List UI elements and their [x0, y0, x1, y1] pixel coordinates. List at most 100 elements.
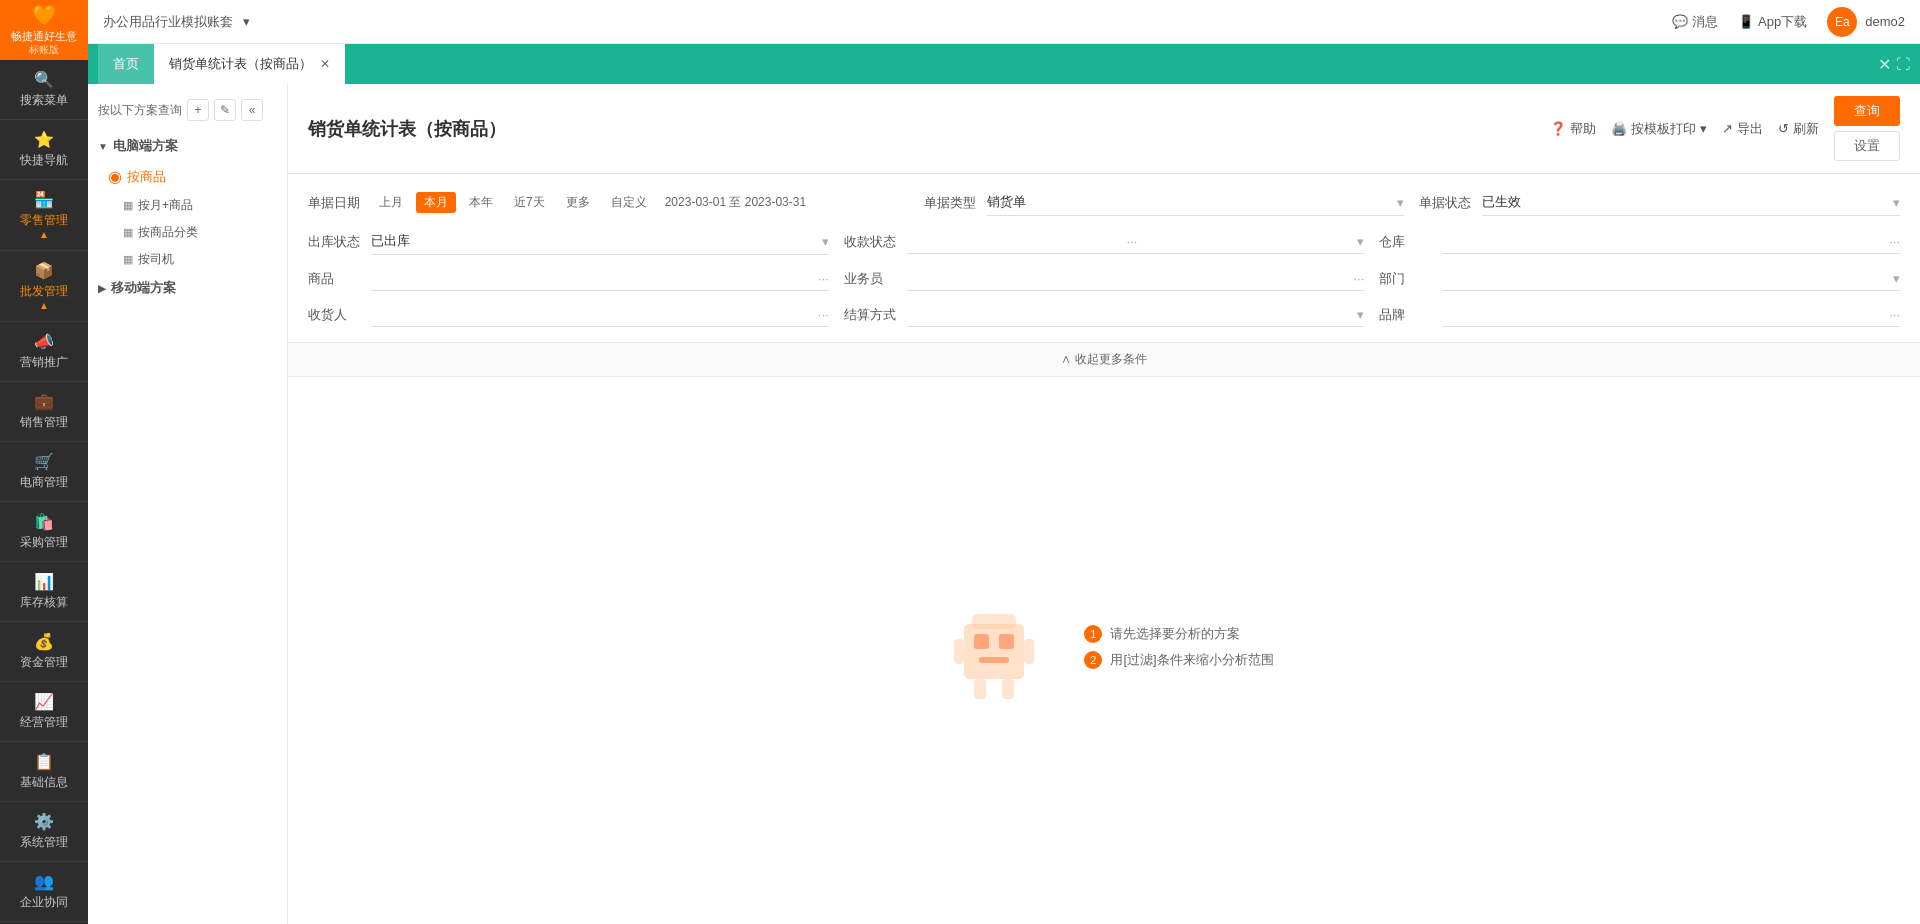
dots-icon: ··· [1127, 234, 1138, 249]
dots-icon: ··· [1889, 234, 1900, 249]
sidebar-item-operation[interactable]: 📈 经营管理 [0, 682, 88, 742]
filter-doc-status: 单据状态 已生效 ▾ [1419, 189, 1900, 216]
sidebar-item-retail[interactable]: 🏪 零售管理 ▲ [0, 180, 88, 251]
refresh-btn[interactable]: ↺ 刷新 [1778, 120, 1819, 138]
dept-select[interactable]: ▾ [1442, 267, 1900, 291]
svg-rect-1 [974, 634, 989, 649]
date-tab-last-month[interactable]: 上月 [371, 192, 411, 213]
salesperson-select[interactable]: ··· [907, 267, 1365, 291]
empty-svg [934, 589, 1054, 709]
app-logo: 🧡 畅捷通好生意 标账版 [0, 0, 88, 60]
date-tab-custom[interactable]: 自定义 [603, 192, 655, 213]
filter-row-1: 单据日期 上月 本月 本年 近7天 更多 自定义 2023-03-01 至 20… [308, 189, 1900, 216]
product-select[interactable]: ··· [371, 267, 829, 291]
close-window-icon[interactable]: ✕ [1878, 55, 1891, 74]
filter-doc-type: 单据类型 销货单 ▾ [924, 189, 1405, 216]
doc-status-select[interactable]: 已生效 ▾ [1482, 189, 1900, 216]
tree-item-by-printer[interactable]: ▦ 按司机 [88, 246, 287, 273]
export-icon: ↗ [1722, 121, 1733, 136]
sidebar-item-finance[interactable]: 💰 资金管理 [0, 622, 88, 682]
sidebar-item-marketing[interactable]: 📣 营销推广 [0, 322, 88, 382]
dropdown-icon[interactable]: ▾ [243, 14, 250, 29]
tab-close-icon[interactable]: ✕ [320, 57, 330, 71]
date-tab-this-year[interactable]: 本年 [461, 192, 501, 213]
basic-icon: 📋 [34, 752, 54, 771]
topbar-left: 办公用品行业模拟账套 ▾ [103, 13, 250, 31]
doc-status-label: 单据状态 [1419, 194, 1474, 212]
refresh-icon: ↺ [1778, 121, 1789, 136]
collapse-bar[interactable]: ∧ 收起更多条件 [288, 343, 1920, 377]
retail-icon: 🏪 [34, 190, 54, 209]
settings-button[interactable]: 设置 [1834, 131, 1900, 161]
empty-state: 1 请先选择要分析的方案 2 用[过滤]条件来缩小分析范围 [288, 377, 1920, 924]
step-num-1: 1 [1084, 625, 1102, 643]
receipt-status-select[interactable]: ··· ▾ [907, 230, 1365, 254]
sidebar-item-label: 快捷导航 [20, 152, 68, 169]
maximize-icon[interactable]: ⛶ [1896, 56, 1910, 72]
sidebar-item-corp[interactable]: 👥 企业协同 [0, 862, 88, 922]
messages-btn[interactable]: 💬 消息 [1672, 13, 1718, 31]
chevron-down-icon: ▾ [822, 234, 829, 249]
logo-text: 畅捷通好生意 [11, 29, 77, 43]
help-btn[interactable]: ❓ 帮助 [1550, 120, 1596, 138]
tree-item-label: 按司机 [138, 251, 174, 268]
sidebar-item-search[interactable]: 🔍 搜索菜单 [0, 60, 88, 120]
date-group: 上月 本月 本年 近7天 更多 自定义 2023-03-01 至 2023-03… [371, 192, 909, 213]
sidebar-item-purchase[interactable]: 🛍️ 采购管理 [0, 502, 88, 562]
out-status-value: 已出库 [371, 232, 410, 250]
collapse-panel-btn[interactable]: « [241, 99, 263, 121]
date-tab-this-month[interactable]: 本月 [416, 192, 456, 213]
sidebar-item-label: 营销推广 [20, 354, 68, 371]
template-print-btn[interactable]: 🖨️ 按模板打印 ▾ [1611, 120, 1707, 138]
corp-icon: 👥 [34, 872, 54, 891]
export-label: 导出 [1737, 120, 1763, 138]
brand-label: 品牌 [1379, 306, 1434, 324]
out-status-select[interactable]: 已出库 ▾ [371, 228, 829, 255]
tab-bar: 首页 销货单统计表（按商品） ✕ ✕ ⛶ [88, 44, 1920, 84]
filter-dept: 部门 ▾ [1379, 267, 1900, 291]
doc-type-value: 销货单 [987, 193, 1026, 211]
ecom-icon: 🛒 [34, 452, 54, 471]
right-panel: 销货单统计表（按商品） ❓ 帮助 🖨️ 按模板打印 ▾ ↗ 导出 [288, 84, 1920, 924]
sidebar-item-label: 采购管理 [20, 534, 68, 551]
sidebar-item-ecom[interactable]: 🛒 电商管理 [0, 442, 88, 502]
sidebar-item-inventory[interactable]: 📊 库存核算 [0, 562, 88, 622]
payment-select[interactable]: ▾ [907, 303, 1365, 327]
sidebar-item-wholesale[interactable]: 📦 批发管理 ▲ [0, 251, 88, 322]
messages-label: 消息 [1692, 13, 1718, 31]
edit-scheme-btn[interactable]: ✎ [214, 99, 236, 121]
sidebar-item-basic[interactable]: 📋 基础信息 [0, 742, 88, 802]
query-button[interactable]: 查询 [1834, 96, 1900, 126]
app-download-label: App下载 [1758, 13, 1807, 31]
date-tab-more[interactable]: 更多 [558, 192, 598, 213]
sidebar-item-sales[interactable]: 💼 销售管理 [0, 382, 88, 442]
search-icon: 🔍 [34, 70, 54, 89]
tree-item-label: 按商品分类 [138, 224, 198, 241]
export-btn[interactable]: ↗ 导出 [1722, 120, 1763, 138]
sub-item-icon: ▦ [123, 253, 133, 266]
app-download-btn[interactable]: 📱 App下载 [1738, 13, 1807, 31]
wholesale-icon: 📦 [34, 261, 54, 280]
tab-stats[interactable]: 销货单统计表（按商品） ✕ [154, 44, 345, 84]
tree-item-by-product[interactable]: ◉ 按商品 [88, 161, 287, 192]
tree-item-by-month-product[interactable]: ▦ 按月+商品 [88, 192, 287, 219]
warehouse-select[interactable]: ··· [1442, 230, 1900, 254]
date-tab-7days[interactable]: 近7天 [506, 192, 553, 213]
active-item-icon: ◉ [108, 167, 122, 186]
brand-select[interactable]: ··· [1442, 303, 1900, 327]
sidebar-item-quick-nav[interactable]: ⭐ 快捷导航 [0, 120, 88, 180]
tab-stats-label: 销货单统计表（按商品） [169, 55, 312, 73]
filter-receiver: 收货人 ··· [308, 303, 829, 327]
tab-home[interactable]: 首页 [98, 44, 154, 84]
add-scheme-btn[interactable]: + [187, 99, 209, 121]
doc-type-select[interactable]: 销货单 ▾ [987, 189, 1405, 216]
sidebar-item-system[interactable]: ⚙️ 系统管理 [0, 802, 88, 862]
refresh-label: 刷新 [1793, 120, 1819, 138]
filter-row-2: 出库状态 已出库 ▾ 收款状态 ··· ▾ [308, 228, 1900, 255]
user-menu[interactable]: Ea demo2 [1827, 7, 1905, 37]
tree-item-by-category[interactable]: ▦ 按商品分类 [88, 219, 287, 246]
receiver-select[interactable]: ··· [371, 303, 829, 327]
topbar-right: 💬 消息 📱 App下载 Ea demo2 [1672, 7, 1905, 37]
help-icon: ❓ [1550, 121, 1566, 136]
filter-date: 单据日期 上月 本月 本年 近7天 更多 自定义 2023-03-01 至 20… [308, 192, 909, 213]
